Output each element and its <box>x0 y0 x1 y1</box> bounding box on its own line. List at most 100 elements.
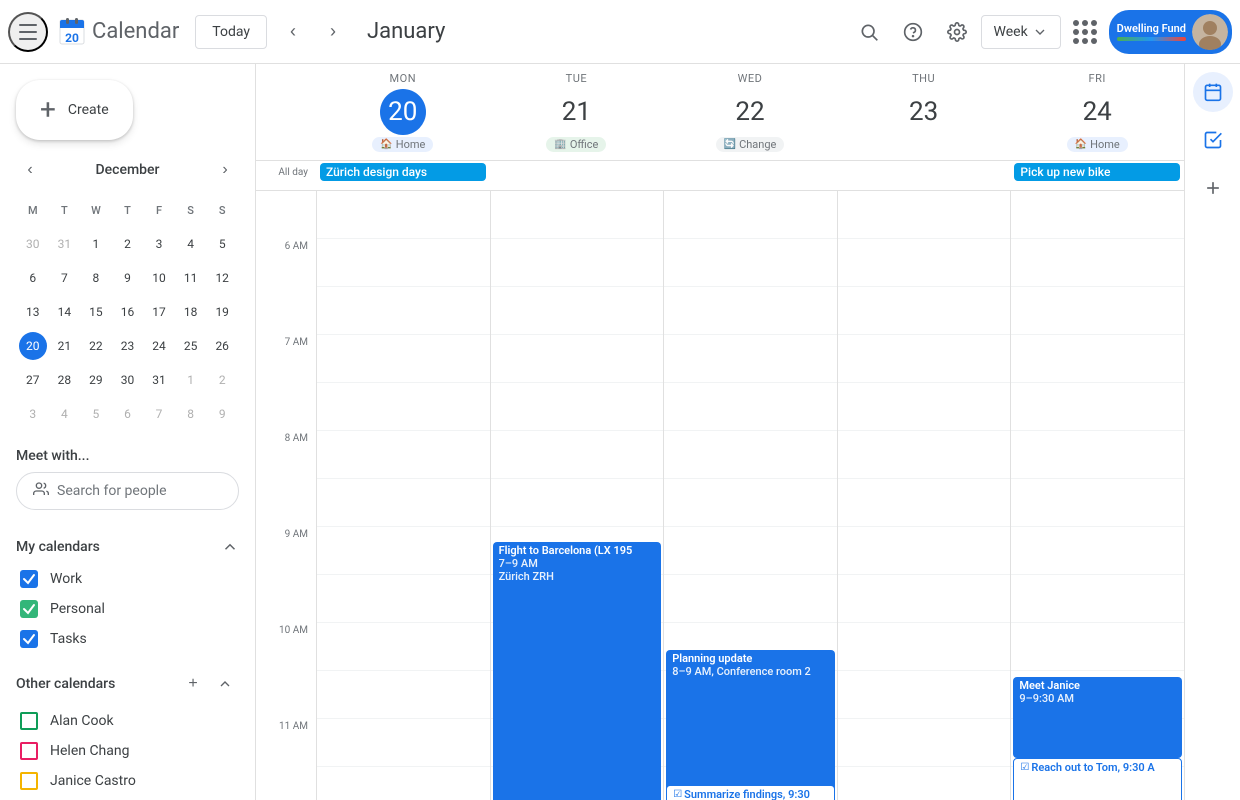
day-number[interactable]: 22 <box>727 89 773 135</box>
day-number[interactable]: 24 <box>1074 89 1120 135</box>
mini-cal-day[interactable]: 10 <box>144 262 174 294</box>
my-calendar-item[interactable]: Personal <box>16 594 239 624</box>
calendar-event[interactable]: Meet Janice9–9:30 AM <box>1013 677 1182 758</box>
allday-event[interactable]: Pick up new bike <box>1014 163 1180 181</box>
other-calendar-item[interactable]: Helen Chang <box>16 736 239 766</box>
mini-cal-day[interactable]: 30 <box>113 364 143 396</box>
apps-button[interactable] <box>1065 12 1105 52</box>
calendar-checkbox[interactable] <box>20 630 38 648</box>
mini-cal-day[interactable]: 27 <box>18 364 48 396</box>
add-other-cal-button[interactable]: + <box>179 670 207 698</box>
mini-cal-day[interactable]: 12 <box>207 262 237 294</box>
mini-cal-day[interactable]: 9 <box>207 398 237 430</box>
app-logo[interactable]: 20 Calendar <box>56 16 179 48</box>
day-number[interactable]: 21 <box>553 89 599 135</box>
mini-cal-day[interactable]: 24 <box>144 330 174 362</box>
mini-cal-day-header: T <box>50 194 80 226</box>
calendar-event[interactable]: ☑Summarize findings, 9:30 <box>666 785 835 800</box>
mini-cal-day[interactable]: 7 <box>144 398 174 430</box>
my-calendar-item[interactable]: Tasks <box>16 624 239 654</box>
mini-cal-day[interactable]: 2 <box>207 364 237 396</box>
mini-cal-day[interactable]: 9 <box>113 262 143 294</box>
calendar-checkbox[interactable] <box>20 600 38 618</box>
app-name: Calendar <box>92 19 179 44</box>
collapse-other-cal-button[interactable] <box>211 670 239 698</box>
mini-cal-day[interactable]: 3 <box>144 228 174 260</box>
next-button[interactable]: › <box>315 14 351 50</box>
mini-cal-day[interactable]: 30 <box>18 228 48 260</box>
event-title: Meet Janice <box>1019 679 1176 692</box>
hour-line <box>491 191 664 239</box>
mini-cal-next[interactable]: › <box>211 156 239 184</box>
mini-cal-prev[interactable]: ‹ <box>16 156 44 184</box>
help-button[interactable] <box>893 12 933 52</box>
account-button[interactable]: Dwelling Fund <box>1109 10 1232 54</box>
calendar-checkbox[interactable] <box>20 772 38 790</box>
my-calendars-list: Work Personal Tasks <box>16 564 239 654</box>
topbar-actions: Week Dwelling Fund <box>849 10 1232 54</box>
mini-cal-day[interactable]: 31 <box>50 228 80 260</box>
mini-cal-day[interactable]: 4 <box>176 228 206 260</box>
calendar-event[interactable]: Flight to Barcelona (LX 1957–9 AMZürich … <box>493 542 662 800</box>
mini-cal-day[interactable]: 18 <box>176 296 206 328</box>
mini-cal-day[interactable]: 28 <box>50 364 80 396</box>
today-button[interactable]: Today <box>195 15 267 49</box>
day-number[interactable]: 20 <box>380 89 426 135</box>
allday-event[interactable]: Zürich design days <box>320 163 486 181</box>
hour-line <box>317 479 490 527</box>
other-calendars-header: Other calendars + <box>16 662 239 706</box>
my-calendar-item[interactable]: Work <box>16 564 239 594</box>
my-calendars-header[interactable]: My calendars <box>16 530 239 564</box>
mini-cal-day[interactable]: 1 <box>81 228 111 260</box>
mini-cal-day[interactable]: 29 <box>81 364 111 396</box>
mini-cal-day[interactable]: 21 <box>50 330 80 362</box>
mini-cal-day[interactable]: 13 <box>18 296 48 328</box>
add-panel-button[interactable] <box>1193 168 1233 208</box>
mini-cal-day[interactable]: 2 <box>113 228 143 260</box>
mini-cal-day[interactable]: 17 <box>144 296 174 328</box>
mini-cal-day[interactable]: 11 <box>176 262 206 294</box>
other-calendar-item[interactable]: Alan Cook <box>16 706 239 736</box>
mini-cal-day[interactable]: 16 <box>113 296 143 328</box>
calendar-event[interactable]: ☑Reach out to Tom, 9:30 A <box>1013 758 1182 800</box>
calendar-checkbox[interactable] <box>20 570 38 588</box>
mini-cal-day[interactable]: 8 <box>81 262 111 294</box>
mini-cal-day[interactable]: 25 <box>176 330 206 362</box>
mini-cal-day[interactable]: 26 <box>207 330 237 362</box>
mini-cal-day[interactable]: 1 <box>176 364 206 396</box>
mini-cal-day[interactable]: 19 <box>207 296 237 328</box>
search-button[interactable] <box>849 12 889 52</box>
mini-cal-day[interactable]: 8 <box>176 398 206 430</box>
people-search[interactable]: Search for people <box>16 472 239 510</box>
other-calendar-item[interactable]: Lori Cole <box>16 796 239 800</box>
calendar-checkbox[interactable] <box>20 742 38 760</box>
mini-cal-day[interactable]: 22 <box>81 330 111 362</box>
settings-button[interactable] <box>937 12 977 52</box>
mini-cal-day[interactable]: 14 <box>50 296 80 328</box>
mini-cal-day[interactable]: 3 <box>18 398 48 430</box>
create-plus-icon: + <box>40 96 56 124</box>
mini-cal-day[interactable]: 20 <box>18 330 48 362</box>
calendar-event[interactable]: Planning update8–9 AM, Conference room 2 <box>666 650 835 800</box>
mini-cal-day[interactable]: 5 <box>81 398 111 430</box>
mini-cal-day[interactable]: 4 <box>50 398 80 430</box>
tasks-icon-btn[interactable] <box>1193 120 1233 160</box>
menu-button[interactable] <box>8 12 48 52</box>
calendar-icon-btn[interactable] <box>1193 72 1233 112</box>
day-number[interactable]: 23 <box>901 89 947 135</box>
mini-cal-day[interactable]: 31 <box>144 364 174 396</box>
view-selector[interactable]: Week <box>981 15 1061 49</box>
calendar-checkbox[interactable] <box>20 712 38 730</box>
mini-cal-day[interactable]: 5 <box>207 228 237 260</box>
other-calendar-item[interactable]: Janice Castro <box>16 766 239 796</box>
mini-cal-day[interactable]: 15 <box>81 296 111 328</box>
create-button[interactable]: + Create <box>16 80 133 140</box>
mini-cal-day[interactable]: 23 <box>113 330 143 362</box>
mini-cal-day[interactable]: 6 <box>18 262 48 294</box>
prev-button[interactable]: ‹ <box>275 14 311 50</box>
mini-cal-day[interactable]: 7 <box>50 262 80 294</box>
mini-cal-day[interactable]: 6 <box>113 398 143 430</box>
calendar-label: Janice Castro <box>50 773 136 789</box>
svg-text:20: 20 <box>65 31 79 45</box>
event-location: Zürich ZRH <box>499 570 656 583</box>
